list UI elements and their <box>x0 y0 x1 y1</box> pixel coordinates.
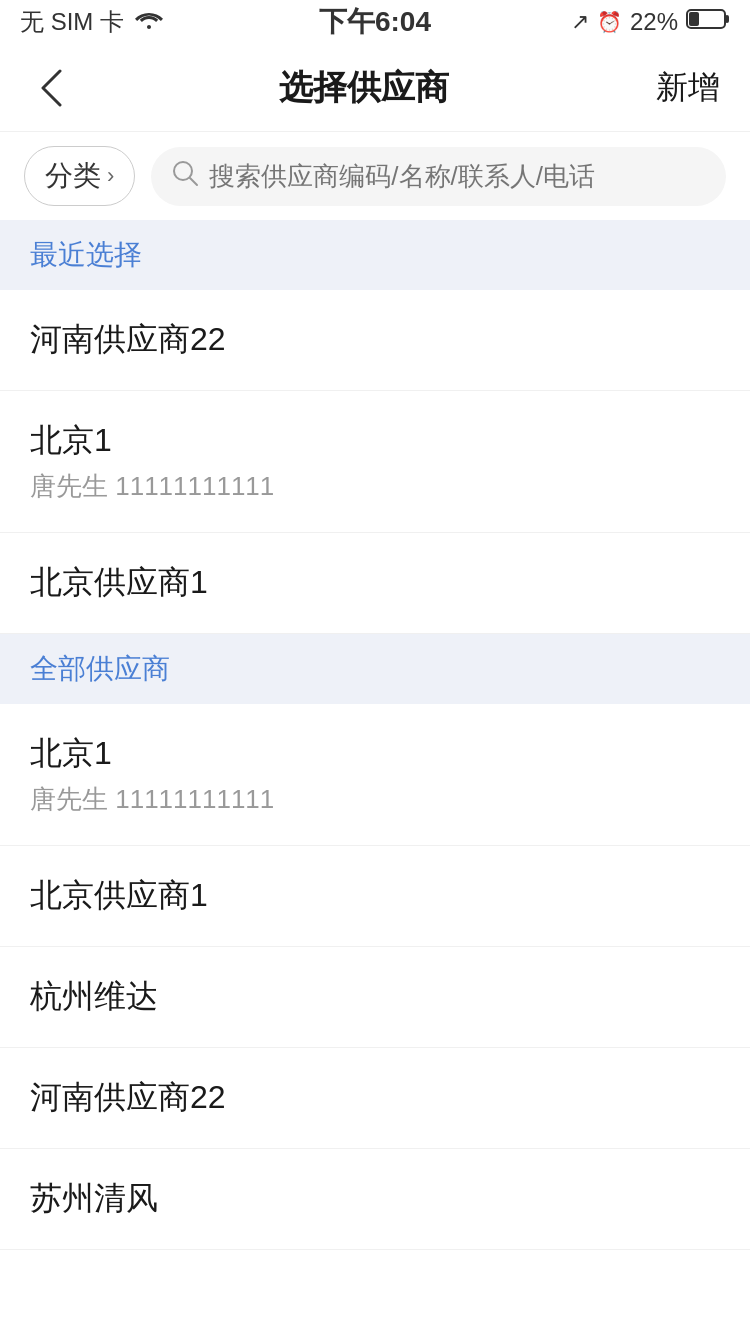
item-name: 河南供应商22 <box>30 318 720 362</box>
svg-rect-1 <box>689 12 699 26</box>
category-filter-button[interactable]: 分类 › <box>24 146 135 206</box>
add-button[interactable]: 新增 <box>656 66 720 110</box>
all-section-header: 全部供应商 <box>0 634 750 704</box>
list-item[interactable]: 北京供应商1 <box>0 846 750 947</box>
location-icon: ↗ <box>571 9 589 35</box>
status-indicators: ↗ ⏰ 22% <box>571 8 730 36</box>
nav-bar: 选择供应商 新增 <box>0 44 750 132</box>
recent-items-list: 河南供应商22 北京1 唐先生 11111111111 北京供应商1 <box>0 290 750 634</box>
item-name: 北京供应商1 <box>30 874 720 918</box>
status-bar: 无 SIM 卡 下午6:04 ↗ ⏰ 22% <box>0 0 750 44</box>
all-items-list: 北京1 唐先生 11111111111 北京供应商1 杭州维达 河南供应商22 … <box>0 704 750 1250</box>
svg-line-4 <box>190 178 197 185</box>
recent-section-label: 最近选择 <box>30 239 142 270</box>
item-name: 河南供应商22 <box>30 1076 720 1120</box>
list-item[interactable]: 北京供应商1 <box>0 533 750 634</box>
item-sub: 唐先生 11111111111 <box>30 782 720 817</box>
page-title: 选择供应商 <box>279 65 449 111</box>
category-label: 分类 <box>45 157 101 195</box>
chevron-right-icon: › <box>107 163 114 189</box>
item-name: 苏州清风 <box>30 1177 720 1221</box>
status-time: 下午6:04 <box>319 3 431 41</box>
search-box[interactable] <box>151 147 726 206</box>
back-button[interactable] <box>30 59 72 117</box>
carrier-text: 无 SIM 卡 <box>20 6 124 38</box>
recent-section-header: 最近选择 <box>0 220 750 290</box>
list-item[interactable]: 杭州维达 <box>0 947 750 1048</box>
all-section-label: 全部供应商 <box>30 653 170 684</box>
list-item[interactable]: 河南供应商22 <box>0 1048 750 1149</box>
list-item[interactable]: 北京1 唐先生 11111111111 <box>0 391 750 533</box>
list-item[interactable]: 北京1 唐先生 11111111111 <box>0 704 750 846</box>
svg-rect-2 <box>725 15 729 23</box>
item-name: 北京1 <box>30 419 720 463</box>
item-sub: 唐先生 11111111111 <box>30 469 720 504</box>
search-icon <box>171 159 199 194</box>
battery-icon <box>686 8 730 36</box>
item-name: 北京供应商1 <box>30 561 720 605</box>
status-carrier: 无 SIM 卡 <box>20 6 164 38</box>
alarm-icon: ⏰ <box>597 10 622 34</box>
item-name: 杭州维达 <box>30 975 720 1019</box>
item-name: 北京1 <box>30 732 720 776</box>
list-item[interactable]: 苏州清风 <box>0 1149 750 1250</box>
list-item[interactable]: 河南供应商22 <box>0 290 750 391</box>
filter-bar: 分类 › <box>0 132 750 220</box>
wifi-icon <box>134 8 164 36</box>
search-input[interactable] <box>209 161 706 192</box>
battery-text: 22% <box>630 8 678 36</box>
